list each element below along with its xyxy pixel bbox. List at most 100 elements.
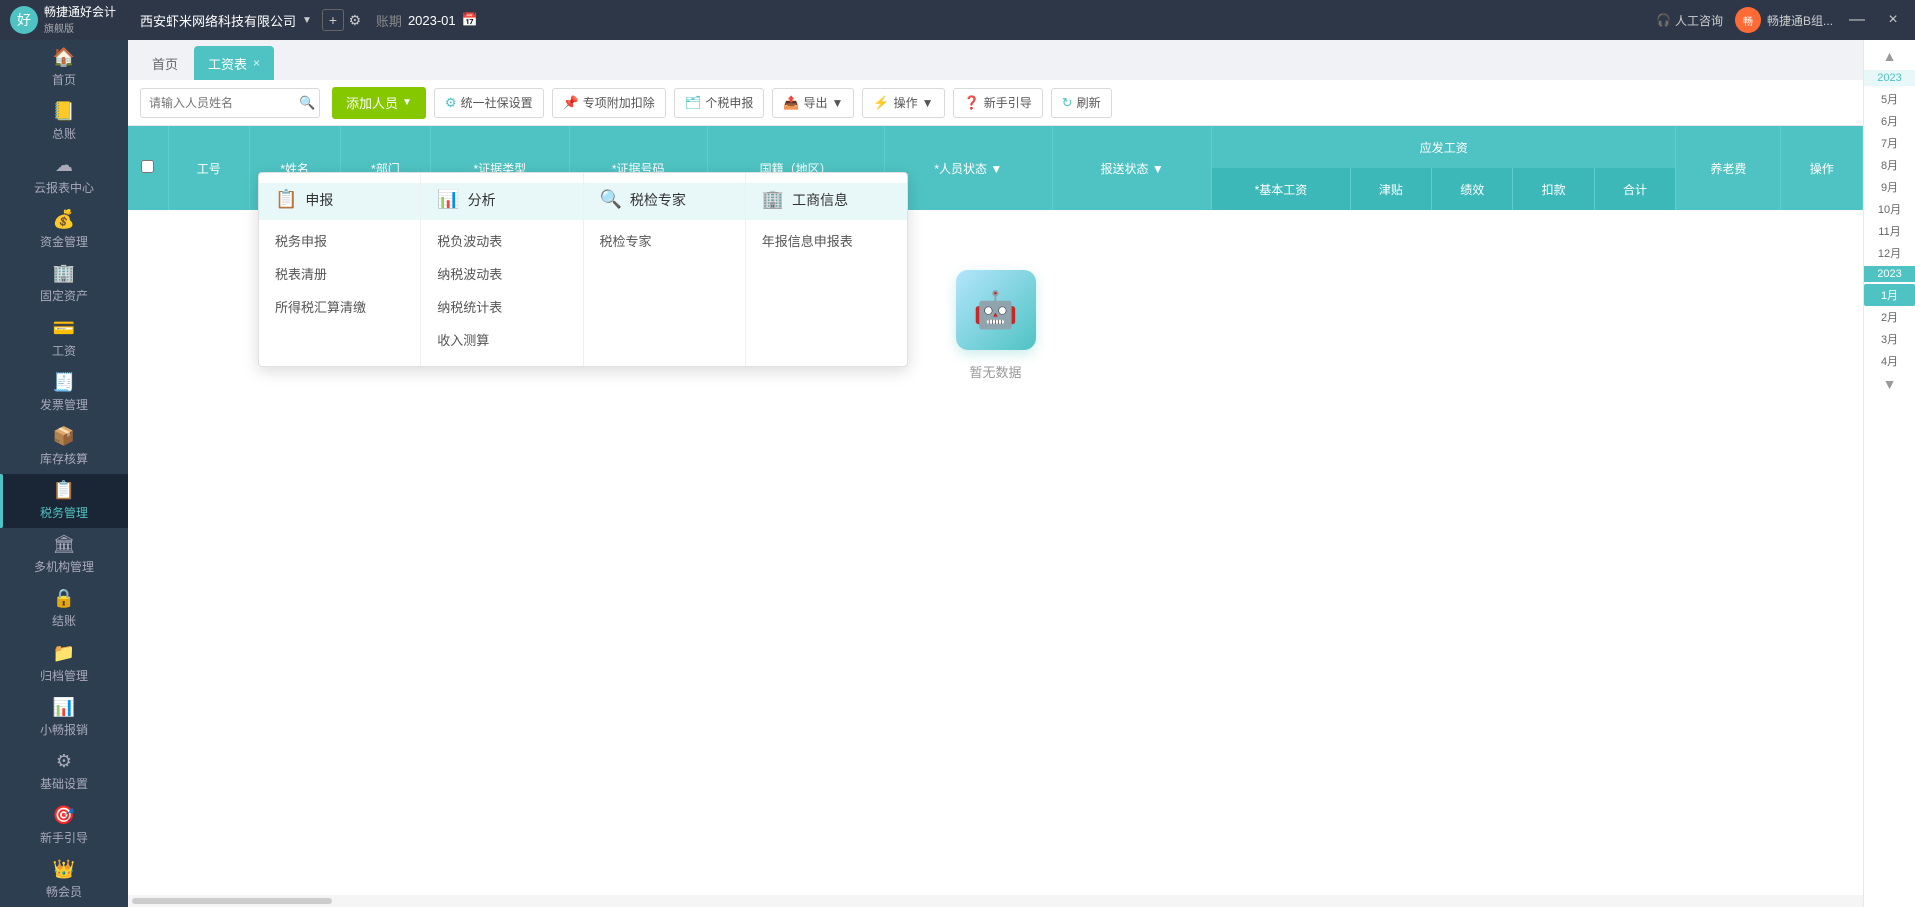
timeline-month-11[interactable]: 11月 bbox=[1864, 220, 1915, 242]
tab-bar: 首页 工资表 × bbox=[128, 40, 1863, 80]
operation-dropdown-icon: ▼ bbox=[922, 96, 934, 110]
scrollbar-thumb[interactable] bbox=[132, 898, 332, 904]
sidebar-label-cloud: 云报表中心 bbox=[34, 179, 94, 196]
window-close-button[interactable]: × bbox=[1881, 8, 1905, 32]
company-selector[interactable]: 西安虾米网络科技有限公司 ▼ bbox=[130, 11, 322, 30]
menu-item-tax-expert[interactable]: 税检专家 bbox=[584, 224, 745, 257]
timeline-month-10[interactable]: 10月 bbox=[1864, 198, 1915, 220]
timeline-month-2[interactable]: 2月 bbox=[1864, 306, 1915, 328]
guide-btn-icon: ❓ bbox=[964, 95, 980, 111]
sidebar-item-archive[interactable]: 📁 归档管理 bbox=[0, 636, 128, 690]
menu-item-annual-report[interactable]: 年报信息申报表 bbox=[746, 224, 907, 257]
col-group-salary: 应发工资 bbox=[1212, 126, 1676, 168]
sidebar-item-home[interactable]: 🏠 首页 bbox=[0, 40, 128, 94]
menu-item-tax-declare[interactable]: 税务申报 bbox=[259, 224, 420, 257]
horizontal-scrollbar[interactable] bbox=[128, 895, 1863, 907]
sidebar-item-ledger[interactable]: 📒 总账 bbox=[0, 94, 128, 148]
tab-home-label: 首页 bbox=[152, 54, 178, 73]
user-name: 畅捷通B组... bbox=[1767, 12, 1833, 29]
menu-item-tax-stat[interactable]: 纳税统计表 bbox=[421, 290, 582, 323]
search-icon[interactable]: 🔍 bbox=[299, 95, 315, 111]
report-filter-icon[interactable]: ▼ bbox=[1152, 162, 1164, 176]
company-name: 西安虾米网络科技有限公司 bbox=[140, 11, 296, 30]
app-name: 畅捷通好会计 bbox=[44, 5, 116, 19]
guide-button[interactable]: ❓ 新手引导 bbox=[953, 88, 1043, 118]
timeline-year-2023: 2023 bbox=[1864, 70, 1915, 86]
logo-area: 好 畅捷通好会计 旗舰版 bbox=[10, 5, 130, 34]
sidebar-label-report: 小畅报销 bbox=[40, 721, 88, 738]
sidebar-item-cloud[interactable]: ☁ 云报表中心 bbox=[0, 148, 128, 202]
menu-item-tax-wave[interactable]: 税负波动表 bbox=[421, 224, 582, 257]
tab-close-icon[interactable]: × bbox=[253, 56, 260, 70]
tab-home[interactable]: 首页 bbox=[138, 46, 192, 80]
analysis-icon: 📊 bbox=[437, 189, 459, 210]
menu-item-income-calc2[interactable]: 收入测算 bbox=[421, 323, 582, 356]
sidebar-item-invoice[interactable]: 🧾 发票管理 bbox=[0, 365, 128, 419]
menu-item-income-calc[interactable]: 所得税汇算清缴 bbox=[259, 290, 420, 323]
timeline-month-9[interactable]: 9月 bbox=[1864, 176, 1915, 198]
service-button[interactable]: 🎧 人工咨询 bbox=[1656, 12, 1723, 29]
user-area[interactable]: 畅 畅捷通B组... bbox=[1735, 7, 1833, 33]
biz-info-icon: 🏢 bbox=[762, 189, 784, 210]
toolbar: 🔍 添加人员 ▼ ⚙ 统一社保设置 📌 专项附加扣除 🗂 个税申报 📤 导出 bbox=[128, 80, 1863, 126]
timeline-month-4[interactable]: 4月 bbox=[1864, 350, 1915, 372]
timeline-month-7[interactable]: 7月 bbox=[1864, 132, 1915, 154]
timeline-month-current[interactable]: 1月 bbox=[1864, 284, 1915, 306]
operation-icon: ⚡ bbox=[873, 95, 889, 111]
settings-sidebar-icon: ⚙ bbox=[56, 751, 72, 772]
calendar-icon[interactable]: 📅 bbox=[462, 12, 478, 28]
company-dropdown-icon: ▼ bbox=[302, 15, 312, 26]
search-input[interactable] bbox=[149, 96, 299, 110]
refresh-button[interactable]: ↻ 刷新 bbox=[1051, 88, 1112, 118]
special-deduction-button[interactable]: 📌 专项附加扣除 bbox=[552, 88, 666, 118]
declaration-title: 申报 bbox=[305, 190, 333, 210]
sidebar-item-report[interactable]: 📊 小畅报销 bbox=[0, 690, 128, 744]
timeline-month-12[interactable]: 12月 bbox=[1864, 242, 1915, 264]
social-insurance-button[interactable]: ⚙ 统一社保设置 bbox=[434, 88, 544, 118]
sidebar-item-salary[interactable]: 💳 工资 bbox=[0, 311, 128, 365]
timeline-month-3[interactable]: 3月 bbox=[1864, 328, 1915, 350]
section-header-declaration: 📋 申报 bbox=[259, 183, 420, 220]
right-timeline-panel: ▲ 2023 5月 6月 7月 8月 9月 10月 11月 12月 2023 1… bbox=[1863, 40, 1915, 907]
sidebar-item-fund[interactable]: 💰 资金管理 bbox=[0, 203, 128, 257]
sidebar-item-tax[interactable]: 📋 税务管理 bbox=[0, 474, 128, 528]
timeline-month-6[interactable]: 6月 bbox=[1864, 110, 1915, 132]
period-label: 账期 bbox=[376, 11, 402, 30]
export-button[interactable]: 📤 导出 ▼ bbox=[772, 88, 854, 118]
member-icon: 👑 bbox=[53, 859, 75, 880]
menu-item-tax-pay-wave[interactable]: 纳税波动表 bbox=[421, 257, 582, 290]
sidebar-item-close[interactable]: 🔒 结账 bbox=[0, 582, 128, 636]
guide-icon: 🎯 bbox=[53, 805, 75, 826]
sidebar-item-settings[interactable]: ⚙ 基础设置 bbox=[0, 744, 128, 798]
sidebar-label-fund: 资金管理 bbox=[40, 233, 88, 250]
window-minimize-button[interactable]: — bbox=[1845, 8, 1869, 32]
sidebar-item-inventory[interactable]: 📦 库存核算 bbox=[0, 419, 128, 473]
sidebar-item-guide[interactable]: 🎯 新手引导 bbox=[0, 799, 128, 853]
timeline-month-5[interactable]: 5月 bbox=[1864, 88, 1915, 110]
menu-item-tax-clear[interactable]: 税表清册 bbox=[259, 257, 420, 290]
tax-report-button[interactable]: 🗂 个税申报 bbox=[674, 88, 765, 118]
col-status: *人员状态 ▼ bbox=[884, 126, 1053, 210]
tax-icon: 📋 bbox=[53, 480, 75, 501]
sidebar-item-member[interactable]: 👑 畅会员 bbox=[0, 853, 128, 907]
timeline-prev-button[interactable]: ▲ bbox=[1864, 44, 1915, 68]
sidebar-item-assets[interactable]: 🏢 固定资产 bbox=[0, 257, 128, 311]
sidebar-item-multi[interactable]: 🏛 多机构管理 bbox=[0, 528, 128, 582]
period-value: 2023-01 bbox=[408, 13, 456, 28]
refresh-label: 刷新 bbox=[1077, 94, 1101, 111]
tab-salary[interactable]: 工资表 × bbox=[194, 46, 274, 80]
add-company-button[interactable]: + bbox=[322, 9, 344, 31]
close-period-icon: 🔒 bbox=[53, 588, 75, 609]
settings-button[interactable]: ⚙ bbox=[344, 9, 366, 31]
select-all-checkbox[interactable] bbox=[141, 160, 154, 173]
export-dropdown-icon: ▼ bbox=[832, 96, 844, 110]
status-filter-icon[interactable]: ▼ bbox=[990, 162, 1002, 176]
operation-button[interactable]: ⚡ 操作 ▼ bbox=[862, 88, 944, 118]
content-area: 首页 工资表 × 🔍 添加人员 ▼ ⚙ 统一社保设置 📌 bbox=[128, 40, 1863, 907]
add-person-button[interactable]: 添加人员 ▼ bbox=[332, 87, 426, 119]
biz-info-title: 工商信息 bbox=[792, 190, 848, 210]
cloud-icon: ☁ bbox=[55, 155, 73, 176]
timeline-month-8[interactable]: 8月 bbox=[1864, 154, 1915, 176]
col-total: 合计 bbox=[1594, 168, 1675, 210]
timeline-next-button[interactable]: ▼ bbox=[1864, 372, 1915, 396]
